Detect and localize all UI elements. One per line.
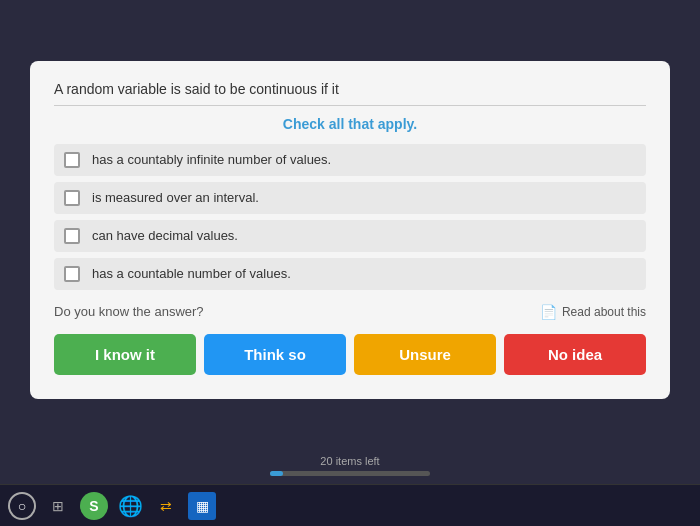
answer-buttons: I know it Think so Unsure No idea xyxy=(54,334,646,375)
taskbar: ○ ⊞ S 🌐 ⇄ ▦ xyxy=(0,484,700,526)
folder-icon[interactable]: ⇄ xyxy=(152,492,180,520)
checkbox[interactable] xyxy=(64,190,80,206)
option-text: has a countably infinite number of value… xyxy=(92,152,331,167)
main-screen: A random variable is said to be continuo… xyxy=(0,0,700,449)
s-app-icon[interactable]: S xyxy=(80,492,108,520)
check-all-suffix: that apply. xyxy=(344,116,417,132)
checkbox[interactable] xyxy=(64,228,80,244)
option-text: can have decimal values. xyxy=(92,228,238,243)
do-you-know-label: Do you know the answer? xyxy=(54,304,204,319)
question-card: A random variable is said to be continuo… xyxy=(30,61,670,399)
option-row[interactable]: has a countably infinite number of value… xyxy=(54,144,646,176)
option-text: has a countable number of values. xyxy=(92,266,291,281)
progress-bar xyxy=(270,471,430,476)
check-all-label: Check all that apply. xyxy=(54,116,646,132)
check-all-highlight: all xyxy=(329,116,345,132)
no-idea-button[interactable]: No idea xyxy=(504,334,646,375)
progress-bar-fill xyxy=(270,471,283,476)
i-know-it-button[interactable]: I know it xyxy=(54,334,196,375)
option-text: is measured over an interval. xyxy=(92,190,259,205)
read-about-label: Read about this xyxy=(562,305,646,319)
grid-icon[interactable]: ⊞ xyxy=(44,492,72,520)
bottom-bar: 20 items left xyxy=(0,449,700,484)
question-title: A random variable is said to be continuo… xyxy=(54,81,646,106)
chrome-icon[interactable]: 🌐 xyxy=(116,492,144,520)
checkbox[interactable] xyxy=(64,266,80,282)
blue-app-icon[interactable]: ▦ xyxy=(188,492,216,520)
start-button[interactable]: ○ xyxy=(8,492,36,520)
unsure-button[interactable]: Unsure xyxy=(354,334,496,375)
document-icon: 📄 xyxy=(540,304,557,320)
think-so-button[interactable]: Think so xyxy=(204,334,346,375)
option-row[interactable]: is measured over an interval. xyxy=(54,182,646,214)
option-row[interactable]: has a countable number of values. xyxy=(54,258,646,290)
read-about-button[interactable]: 📄 Read about this xyxy=(540,304,646,320)
option-row[interactable]: can have decimal values. xyxy=(54,220,646,252)
bottom-section: Do you know the answer? 📄 Read about thi… xyxy=(54,304,646,320)
checkbox[interactable] xyxy=(64,152,80,168)
check-all-text: Check xyxy=(283,116,329,132)
items-left-label: 20 items left xyxy=(320,455,379,467)
options-container: has a countably infinite number of value… xyxy=(54,144,646,290)
